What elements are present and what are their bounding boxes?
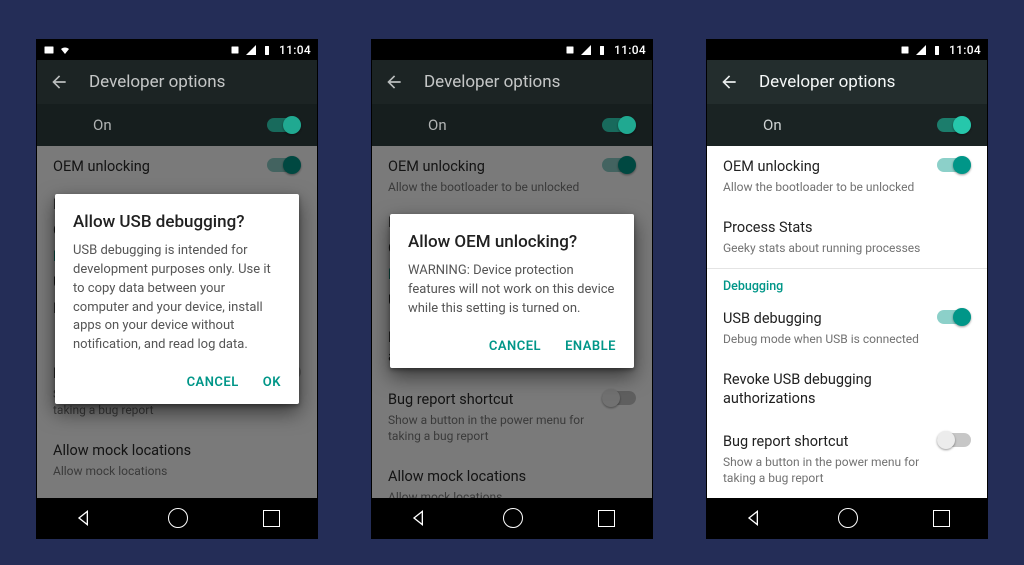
setting-oem-unlocking[interactable]: OEM unlocking [37, 146, 317, 189]
nav-bar [37, 498, 317, 538]
wifi-icon [59, 44, 71, 56]
nav-home-icon[interactable] [838, 508, 858, 528]
oem-unlocking-toggle[interactable] [267, 158, 301, 172]
cancel-button[interactable]: CANCEL [489, 339, 541, 354]
settings-list[interactable]: OEM unlocking Allow the bootloader to be… [707, 146, 987, 498]
setting-title: Bug report shortcut [723, 433, 927, 452]
master-toggle[interactable] [937, 118, 971, 132]
status-bar: 11:04 [372, 40, 652, 60]
nav-back-icon[interactable] [744, 508, 764, 528]
setting-title: OEM unlocking [723, 158, 927, 177]
setting-title: Revoke USB debugging authorizations [723, 371, 961, 409]
setting-allow-mock[interactable]: Allow mock locations Allow mock location… [372, 456, 652, 498]
settings-list: OEM unlocking Allow the bootloader to be… [372, 146, 652, 498]
oem-unlocking-dialog: Allow OEM unlocking? WARNING: Device pro… [390, 214, 634, 368]
setting-subtitle: Allow mock locations [53, 463, 291, 479]
dialog-body: WARNING: Device protection features will… [408, 262, 616, 319]
dialog-body: USB debugging is intended for developmen… [73, 242, 281, 355]
setting-subtitle: Allow mock locations [388, 489, 626, 498]
setting-subtitle: Allow the bootloader to be unlocked [388, 179, 592, 195]
card-icon [43, 44, 55, 56]
status-time: 11:04 [279, 43, 311, 57]
status-time: 11:04 [949, 43, 981, 57]
nav-back-icon[interactable] [74, 508, 94, 528]
setting-subtitle: Geeky stats about running processes [723, 240, 961, 256]
nav-recent-icon[interactable] [598, 510, 615, 527]
dialog-title: Allow USB debugging? [73, 212, 281, 232]
master-toggle[interactable] [267, 118, 301, 132]
setting-allow-mock[interactable]: Allow mock locations Allow mock location… [37, 430, 317, 491]
master-toggle-row[interactable]: On [707, 104, 987, 146]
nav-recent-icon[interactable] [263, 510, 280, 527]
bug-report-toggle [602, 391, 636, 405]
setting-usb-debugging[interactable]: USB debugging Debug mode when USB is con… [707, 298, 987, 359]
setting-title: Allow mock locations [388, 468, 626, 487]
nfc-icon [229, 44, 241, 56]
nfc-icon [899, 44, 911, 56]
on-label: On [388, 116, 447, 134]
oem-unlocking-toggle[interactable] [602, 158, 636, 172]
setting-oem-unlocking[interactable]: OEM unlocking Allow the bootloader to be… [707, 146, 987, 207]
nav-back-icon[interactable] [409, 508, 429, 528]
cell-icon [915, 44, 927, 56]
nav-bar [372, 498, 652, 538]
on-label: On [723, 116, 782, 134]
setting-bug-report[interactable]: Bug report shortcut Show a button in the… [707, 421, 987, 498]
nfc-icon [564, 44, 576, 56]
battery-icon [931, 44, 943, 56]
ok-button[interactable]: OK [263, 375, 281, 390]
settings-list: OEM unlocking P G D U R Bug report short… [37, 146, 317, 498]
setting-title: OEM unlocking [388, 158, 592, 177]
setting-title: USB debugging [723, 310, 927, 329]
back-icon[interactable] [719, 72, 739, 92]
enable-button[interactable]: ENABLE [565, 339, 616, 354]
page-title: Developer options [424, 72, 560, 92]
setting-title: OEM unlocking [53, 158, 257, 177]
setting-title: Bug report shortcut [388, 391, 592, 410]
setting-subtitle: Allow the bootloader to be unlocked [723, 179, 927, 195]
setting-title: Process Stats [723, 219, 961, 238]
nav-home-icon[interactable] [503, 508, 523, 528]
phone-screen-developer-options: 11:04 Developer options On OEM unlocking… [707, 40, 987, 538]
setting-title: Allow mock locations [53, 442, 291, 461]
back-icon[interactable] [384, 72, 404, 92]
cell-icon [245, 44, 257, 56]
on-label: On [53, 116, 112, 134]
back-icon[interactable] [49, 72, 69, 92]
status-bar: 11:04 [37, 40, 317, 60]
nav-recent-icon[interactable] [933, 510, 950, 527]
battery-icon [261, 44, 273, 56]
setting-bug-report: Bug report shortcut Show a button in the… [372, 379, 652, 456]
app-bar: Developer options [372, 60, 652, 104]
battery-icon [596, 44, 608, 56]
oem-unlocking-toggle[interactable] [937, 158, 971, 172]
bug-report-toggle[interactable] [937, 433, 971, 447]
setting-oem-unlocking[interactable]: OEM unlocking Allow the bootloader to be… [372, 146, 652, 207]
status-bar: 11:04 [707, 40, 987, 60]
master-toggle-row[interactable]: On [372, 104, 652, 146]
dialog-title: Allow OEM unlocking? [408, 232, 616, 252]
setting-subtitle: Show a button in the power menu for taki… [388, 412, 592, 444]
page-title: Developer options [759, 72, 895, 92]
nav-bar [707, 498, 987, 538]
usb-debugging-toggle[interactable] [937, 310, 971, 324]
master-toggle[interactable] [602, 118, 636, 132]
section-header-debugging: Debugging [707, 269, 987, 298]
setting-process-stats[interactable]: Process Stats Geeky stats about running … [707, 207, 987, 268]
setting-subtitle: Debug mode when USB is connected [723, 331, 927, 347]
master-toggle-row[interactable]: On [37, 104, 317, 146]
status-time: 11:04 [614, 43, 646, 57]
cancel-button[interactable]: CANCEL [187, 375, 239, 390]
usb-debugging-dialog: Allow USB debugging? USB debugging is in… [55, 194, 299, 404]
phone-screen-usb-dialog: 11:04 Developer options On OEM unlocking… [37, 40, 317, 538]
phone-screen-oem-dialog: 11:04 Developer options On OEM unlocking… [372, 40, 652, 538]
app-bar: Developer options [37, 60, 317, 104]
app-bar: Developer options [707, 60, 987, 104]
setting-subtitle: Show a button in the power menu for taki… [723, 454, 927, 486]
page-title: Developer options [89, 72, 225, 92]
cell-icon [580, 44, 592, 56]
nav-home-icon[interactable] [168, 508, 188, 528]
setting-revoke-usb[interactable]: Revoke USB debugging authorizations [707, 359, 987, 421]
